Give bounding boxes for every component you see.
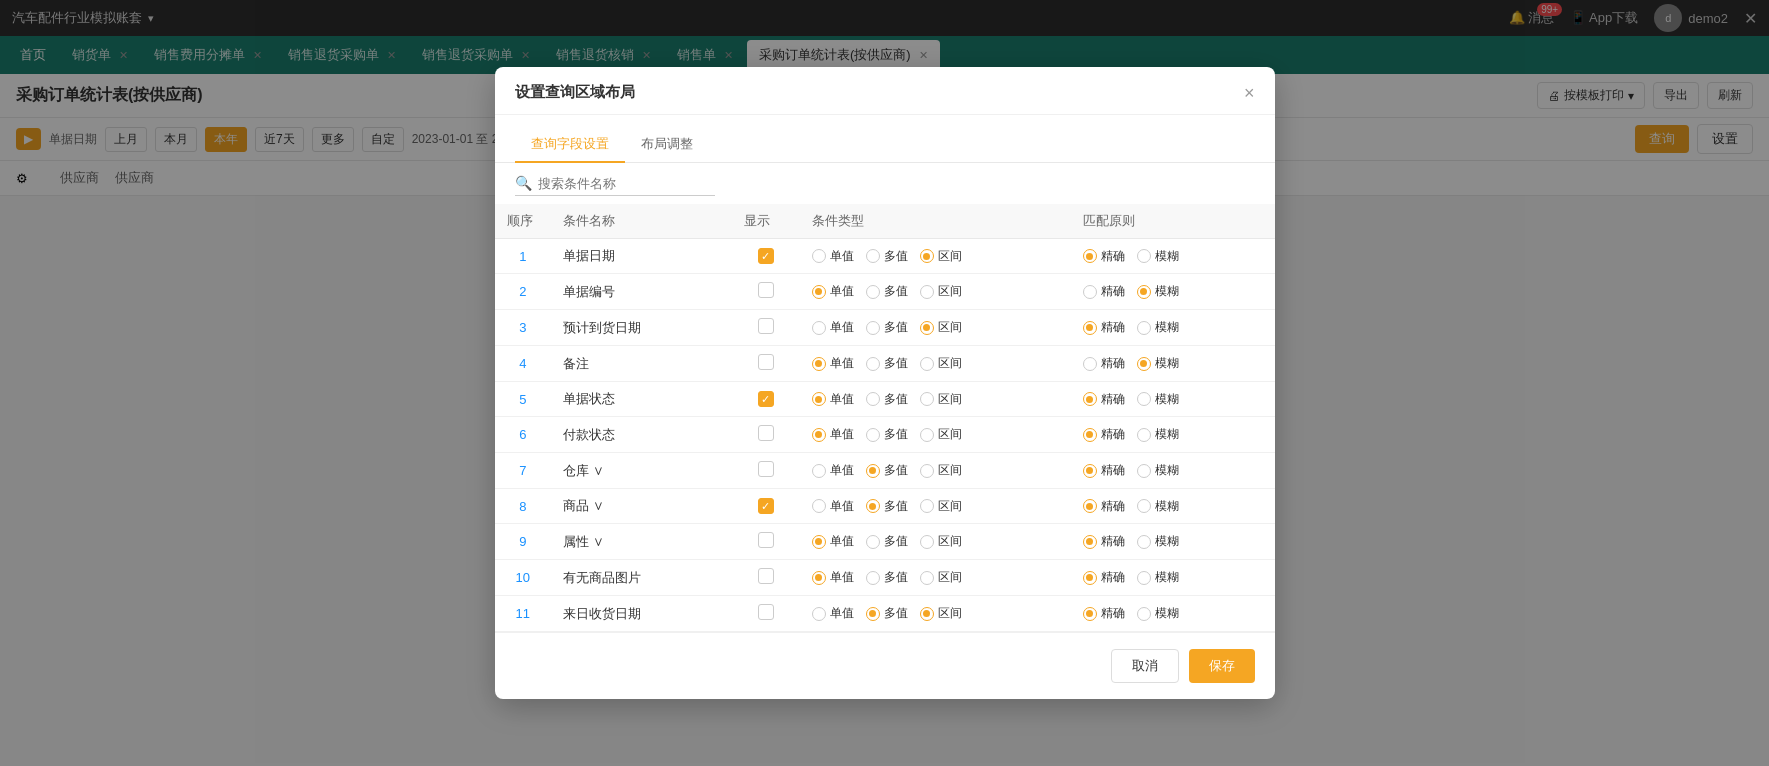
row-order: 9 xyxy=(519,534,526,549)
th-order: 顺序 xyxy=(495,204,552,239)
table-row: 11 来日收货日期 单值多值区间精确模糊 xyxy=(495,596,1275,632)
row-rule: 精确模糊 xyxy=(1071,239,1275,274)
table-row: 2 单据编号 单值多值区间精确模糊 xyxy=(495,274,1275,310)
th-type: 条件类型 xyxy=(800,204,1071,239)
table-row: 1 单据日期 ✓ 单值多值区间精确模糊 xyxy=(495,239,1275,274)
modal-tab-fields[interactable]: 查询字段设置 xyxy=(515,127,625,163)
row-name: 属性 ∨ xyxy=(551,524,732,560)
row-rule: 精确模糊 xyxy=(1071,453,1275,489)
row-rule: 精确模糊 xyxy=(1071,346,1275,382)
search-input[interactable] xyxy=(538,176,715,191)
row-name: 单据状态 xyxy=(551,382,732,417)
row-name: 预计到货日期 xyxy=(551,310,732,346)
row-order: 4 xyxy=(519,356,526,371)
row-rule: 精确模糊 xyxy=(1071,310,1275,346)
modal-dialog: 设置查询区域布局 × 查询字段设置 布局调整 🔍 顺序 xyxy=(495,67,1275,699)
table-row: 9 属性 ∨ 单值多值区间精确模糊 xyxy=(495,524,1275,560)
row-name: 有无商品图片 xyxy=(551,560,732,596)
row-order: 8 xyxy=(519,499,526,514)
row-rule: 精确模糊 xyxy=(1071,560,1275,596)
show-checkbox[interactable] xyxy=(758,354,774,370)
table-row: 8 商品 ∨ ✓ 单值多值区间精确模糊 xyxy=(495,489,1275,524)
row-rule: 精确模糊 xyxy=(1071,417,1275,453)
row-order: 6 xyxy=(519,427,526,442)
cancel-button[interactable]: 取消 xyxy=(1111,649,1179,683)
table-row: 5 单据状态 ✓ 单值多值区间精确模糊 xyxy=(495,382,1275,417)
th-rule: 匹配原则 xyxy=(1071,204,1275,239)
modal-search-area: 🔍 xyxy=(495,163,1275,204)
table-row: 7 仓库 ∨ 单值多值区间精确模糊 xyxy=(495,453,1275,489)
row-type: 单值多值区间 xyxy=(800,596,1071,632)
modal-tabs: 查询字段设置 布局调整 xyxy=(495,115,1275,163)
row-order: 2 xyxy=(519,284,526,299)
row-type: 单值多值区间 xyxy=(800,417,1071,453)
row-type: 单值多值区间 xyxy=(800,524,1071,560)
show-checkbox[interactable] xyxy=(758,318,774,334)
row-type: 单值多值区间 xyxy=(800,382,1071,417)
row-name: 备注 xyxy=(551,346,732,382)
table-row: 4 备注 单值多值区间精确模糊 xyxy=(495,346,1275,382)
show-checkbox[interactable] xyxy=(758,532,774,548)
row-rule: 精确模糊 xyxy=(1071,524,1275,560)
row-type: 单值多值区间 xyxy=(800,274,1071,310)
modal-header: 设置查询区域布局 × xyxy=(495,67,1275,115)
modal-close-button[interactable]: × xyxy=(1244,84,1255,102)
config-table: 顺序 条件名称 显示 条件类型 匹配原则 1单据日期✓单值多值区间精确模糊2单据… xyxy=(495,204,1275,632)
row-rule: 精确模糊 xyxy=(1071,596,1275,632)
row-name: 单据编号 xyxy=(551,274,732,310)
show-checkbox[interactable]: ✓ xyxy=(758,498,774,514)
row-name: 来日收货日期 xyxy=(551,596,732,632)
row-type: 单值多值区间 xyxy=(800,489,1071,524)
search-icon: 🔍 xyxy=(515,175,532,191)
row-type: 单值多值区间 xyxy=(800,239,1071,274)
table-row: 10 有无商品图片 单值多值区间精确模糊 xyxy=(495,560,1275,596)
row-type: 单值多值区间 xyxy=(800,346,1071,382)
row-order: 5 xyxy=(519,392,526,407)
show-checkbox[interactable] xyxy=(758,604,774,620)
show-checkbox[interactable] xyxy=(758,282,774,298)
row-order: 1 xyxy=(519,249,526,264)
modal-title: 设置查询区域布局 xyxy=(515,83,635,102)
row-type: 单值多值区间 xyxy=(800,453,1071,489)
show-checkbox[interactable] xyxy=(758,461,774,477)
search-input-wrap: 🔍 xyxy=(515,175,715,196)
row-order: 7 xyxy=(519,463,526,478)
row-rule: 精确模糊 xyxy=(1071,274,1275,310)
th-name: 条件名称 xyxy=(551,204,732,239)
table-row: 6 付款状态 单值多值区间精确模糊 xyxy=(495,417,1275,453)
row-name: 商品 ∨ xyxy=(551,489,732,524)
row-name: 付款状态 xyxy=(551,417,732,453)
row-rule: 精确模糊 xyxy=(1071,382,1275,417)
row-type: 单值多值区间 xyxy=(800,310,1071,346)
row-order: 11 xyxy=(516,606,530,621)
show-checkbox[interactable] xyxy=(758,568,774,584)
show-checkbox[interactable]: ✓ xyxy=(758,391,774,407)
row-order: 10 xyxy=(516,570,530,585)
row-type: 单值多值区间 xyxy=(800,560,1071,596)
modal-tab-layout[interactable]: 布局调整 xyxy=(625,127,709,163)
save-button[interactable]: 保存 xyxy=(1189,649,1255,683)
show-checkbox[interactable] xyxy=(758,425,774,441)
th-show: 显示 xyxy=(732,204,800,239)
table-row: 3 预计到货日期 单值多值区间精确模糊 xyxy=(495,310,1275,346)
show-checkbox[interactable]: ✓ xyxy=(758,248,774,264)
modal-footer: 取消 保存 xyxy=(495,632,1275,699)
modal-overlay[interactable]: 设置查询区域布局 × 查询字段设置 布局调整 🔍 顺序 xyxy=(0,0,1769,766)
row-name: 单据日期 xyxy=(551,239,732,274)
row-rule: 精确模糊 xyxy=(1071,489,1275,524)
row-name: 仓库 ∨ xyxy=(551,453,732,489)
row-order: 3 xyxy=(519,320,526,335)
